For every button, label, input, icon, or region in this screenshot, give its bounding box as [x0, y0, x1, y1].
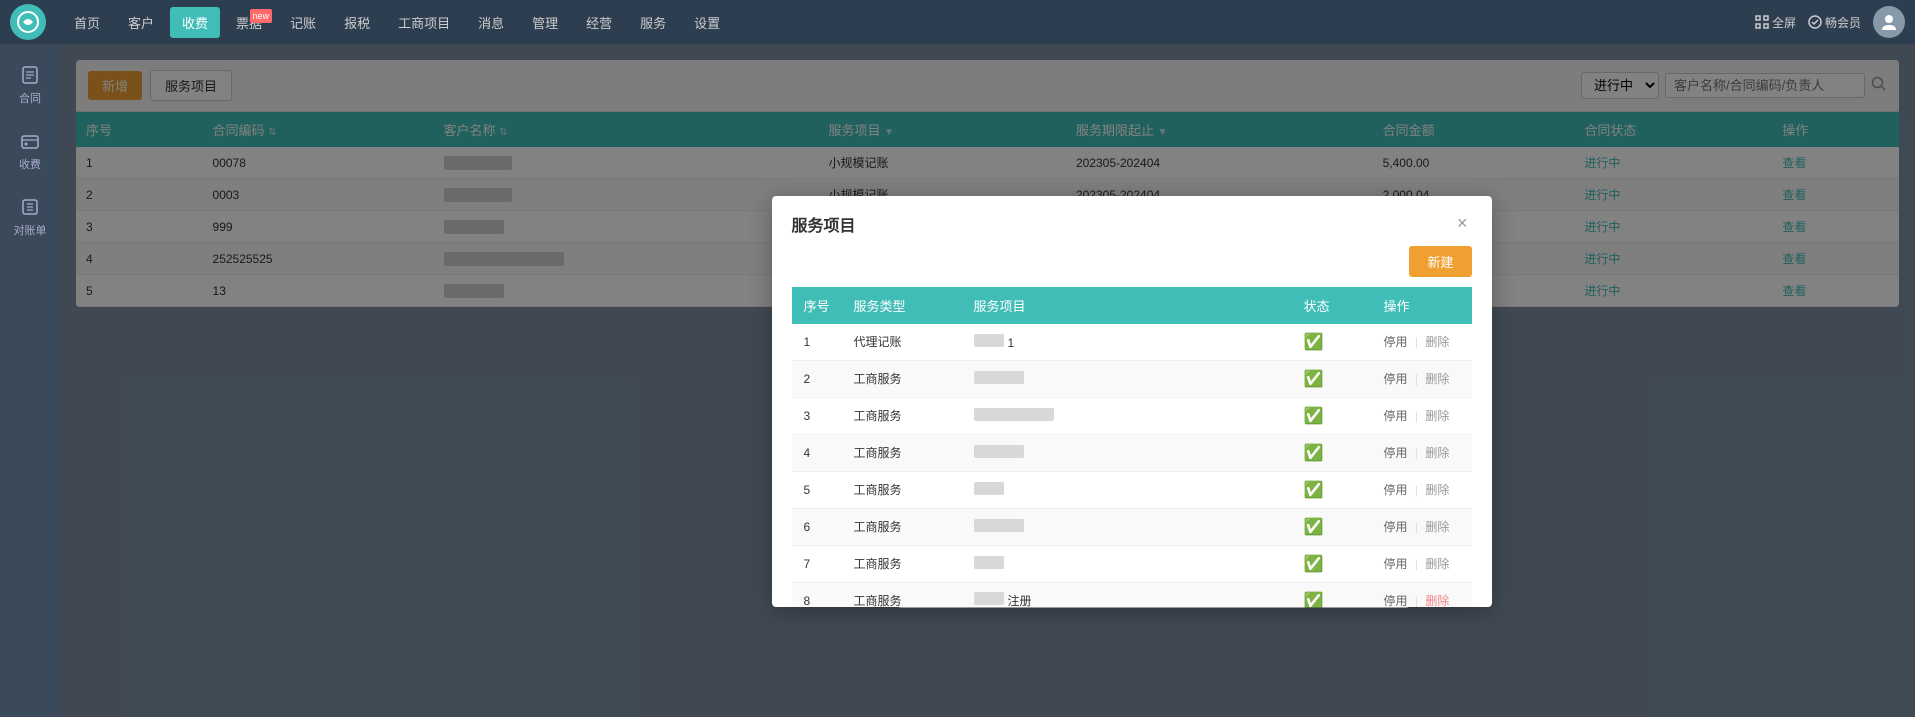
modal-th-ops: 操作 — [1372, 287, 1472, 324]
nav-customer[interactable]: 客户 — [116, 7, 166, 38]
new-service-button[interactable]: 新建 — [1409, 246, 1471, 277]
modal-toolbar: 新建 — [772, 236, 1492, 287]
status-check-icon: ✅ — [1304, 482, 1324, 499]
sidebar-item-fee[interactable]: 收费 — [2, 120, 58, 182]
disable-button[interactable]: 停用 — [1384, 444, 1408, 461]
status-check-icon: ✅ — [1304, 445, 1324, 462]
nav-items: 首页 客户 收费 票据 new 记账 报税 工商项目 消息 管理 经营 服务 设… — [62, 7, 1755, 38]
disable-button[interactable]: 停用 — [1384, 555, 1408, 572]
sidebar: 合同 收费 对账单 — [0, 44, 60, 717]
disable-button[interactable]: 停用 — [1384, 518, 1408, 535]
disable-button[interactable]: 停用 — [1384, 370, 1408, 387]
sidebar-label-contract: 合同 — [19, 90, 41, 106]
sidebar-item-reconcile[interactable]: 对账单 — [2, 186, 58, 248]
modal-row: 4 工商服务 ✅ 停用 | 删除 — [792, 434, 1472, 471]
sidebar-item-contract[interactable]: 合同 — [2, 54, 58, 116]
reconcile-icon — [19, 196, 41, 218]
status-check-icon: ✅ — [1304, 371, 1324, 388]
modal-th-status: 状态 — [1292, 287, 1372, 324]
nav-home[interactable]: 首页 — [62, 7, 112, 38]
modal-header: 服务项目 × — [772, 196, 1492, 236]
delete-button[interactable]: 删除 — [1425, 407, 1449, 424]
status-check-icon: ✅ — [1304, 334, 1324, 351]
delete-button[interactable]: 删除 — [1425, 370, 1449, 387]
nav-settings[interactable]: 设置 — [682, 7, 732, 38]
fee-icon — [19, 130, 41, 152]
modal-th-type: 服务类型 — [842, 287, 962, 324]
service-items-table: 序号 服务类型 服务项目 状态 操作 1 代理记账 1 ✅ — [792, 287, 1472, 607]
nav-fee[interactable]: 收费 — [170, 7, 220, 38]
sidebar-label-reconcile: 对账单 — [14, 222, 47, 238]
modal-row: 2 工商服务 ✅ 停用 | 删除 — [792, 360, 1472, 397]
nav-invoice[interactable]: 票据 new — [224, 7, 274, 38]
new-badge: new — [250, 9, 273, 23]
modal-th-seq: 序号 — [792, 287, 842, 324]
nav-service[interactable]: 服务 — [628, 7, 678, 38]
modal-row: 1 代理记账 1 ✅ 停用 | 删除 — [792, 324, 1472, 361]
delete-button[interactable]: 删除 — [1425, 333, 1449, 350]
delete-button[interactable]: 删除 — [1425, 481, 1449, 498]
status-check-icon: ✅ — [1304, 408, 1324, 425]
delete-button[interactable]: 删除 — [1425, 444, 1449, 461]
service-items-modal: 服务项目 × 新建 序号 服务类型 服务项目 状态 操作 — [772, 196, 1492, 607]
delete-button[interactable]: 删除 — [1425, 555, 1449, 572]
modal-title: 服务项目 — [792, 212, 856, 236]
status-check-icon: ✅ — [1304, 519, 1324, 536]
nav-message[interactable]: 消息 — [466, 7, 516, 38]
top-navigation: 首页 客户 收费 票据 new 记账 报税 工商项目 消息 管理 经营 服务 设… — [0, 0, 1915, 44]
content-area: 新增 服务项目 进行中 已完成 已终止 — [60, 44, 1915, 717]
disable-button[interactable]: 停用 — [1384, 481, 1408, 498]
status-check-icon: ✅ — [1304, 556, 1324, 573]
main-layout: 合同 收费 对账单 新增 服务项目 进行中 — [0, 44, 1915, 717]
modal-row: 8 工商服务 注册 ✅ 停用 | 删除 — [792, 582, 1472, 607]
modal-row: 3 工商服务 ✅ 停用 | 删除 — [792, 397, 1472, 434]
member-button[interactable]: 畅会员 — [1808, 14, 1861, 31]
nav-manage[interactable]: 管理 — [520, 7, 570, 38]
fullscreen-button[interactable]: 全屏 — [1755, 14, 1796, 31]
modal-row: 6 工商服务 ✅ 停用 | 删除 — [792, 508, 1472, 545]
modal-row: 5 工商服务 ✅ 停用 | 删除 — [792, 471, 1472, 508]
modal-body: 序号 服务类型 服务项目 状态 操作 1 代理记账 1 ✅ — [772, 287, 1492, 607]
nav-business[interactable]: 工商项目 — [386, 7, 462, 38]
disable-button[interactable]: 停用 — [1384, 333, 1408, 350]
sidebar-label-fee: 收费 — [19, 156, 41, 172]
modal-th-item: 服务项目 — [962, 287, 1292, 324]
nav-operation[interactable]: 经营 — [574, 7, 624, 38]
logo — [10, 4, 46, 40]
status-check-icon: ✅ — [1304, 593, 1324, 607]
avatar[interactable] — [1873, 6, 1905, 38]
nav-bookkeeping[interactable]: 记账 — [278, 7, 328, 38]
modal-close-button[interactable]: × — [1453, 213, 1472, 234]
disable-button[interactable]: 停用 — [1384, 407, 1408, 424]
delete-button[interactable]: 删除 — [1425, 592, 1449, 607]
nav-tax[interactable]: 报税 — [332, 7, 382, 38]
disable-button[interactable]: 停用 — [1384, 592, 1408, 607]
contract-icon — [19, 64, 41, 86]
delete-button[interactable]: 删除 — [1425, 518, 1449, 535]
modal-row: 7 工商服务 ✅ 停用 | 删除 — [792, 545, 1472, 582]
right-actions: 全屏 畅会员 — [1755, 6, 1905, 38]
